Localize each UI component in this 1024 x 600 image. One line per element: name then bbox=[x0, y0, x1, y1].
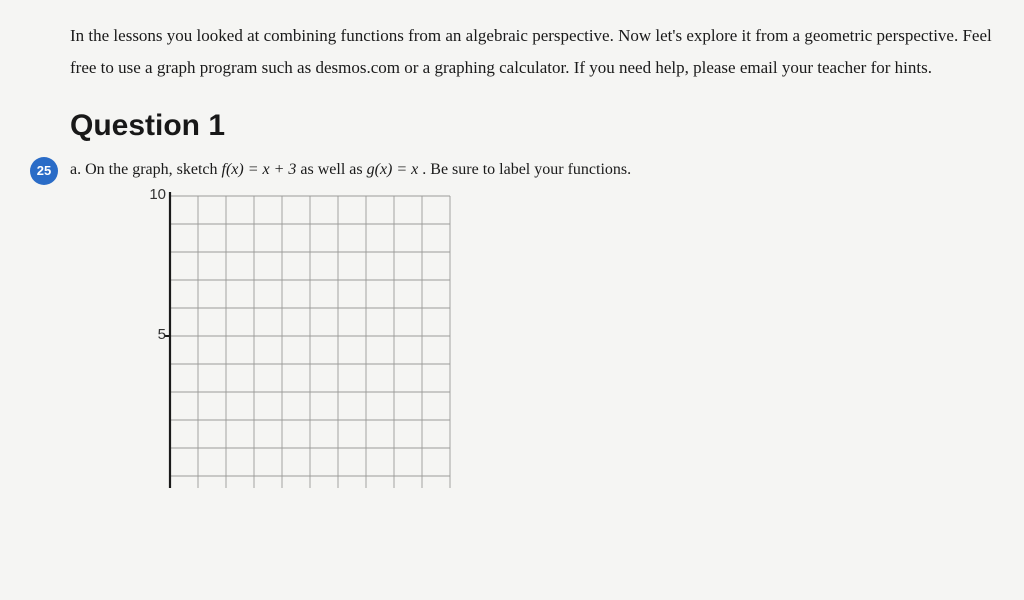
y-axis-label-5: 5 bbox=[138, 326, 166, 343]
part-a-prefix: a. On the graph, sketch bbox=[70, 161, 222, 178]
graph-area: 10 5 bbox=[120, 188, 1004, 488]
part-a-body: a. On the graph, sketch f(x) = x + 3 as … bbox=[70, 157, 1004, 489]
f-expression: f(x) = x + 3 bbox=[222, 161, 297, 178]
part-a-suffix: . Be sure to label your functions. bbox=[422, 161, 631, 178]
part-a-row: 25 a. On the graph, sketch f(x) = x + 3 … bbox=[30, 157, 1004, 489]
g-expression: g(x) = x bbox=[367, 161, 419, 178]
points-badge: 25 bbox=[30, 157, 58, 185]
part-a-text: a. On the graph, sketch f(x) = x + 3 as … bbox=[70, 157, 1004, 183]
part-a-mid1: as well as bbox=[300, 161, 366, 178]
y-axis-label-10: 10 bbox=[138, 186, 166, 203]
grid-svg bbox=[120, 188, 480, 488]
question-heading: Question 1 bbox=[70, 109, 1004, 143]
intro-paragraph: In the lessons you looked at combining f… bbox=[70, 20, 1004, 85]
